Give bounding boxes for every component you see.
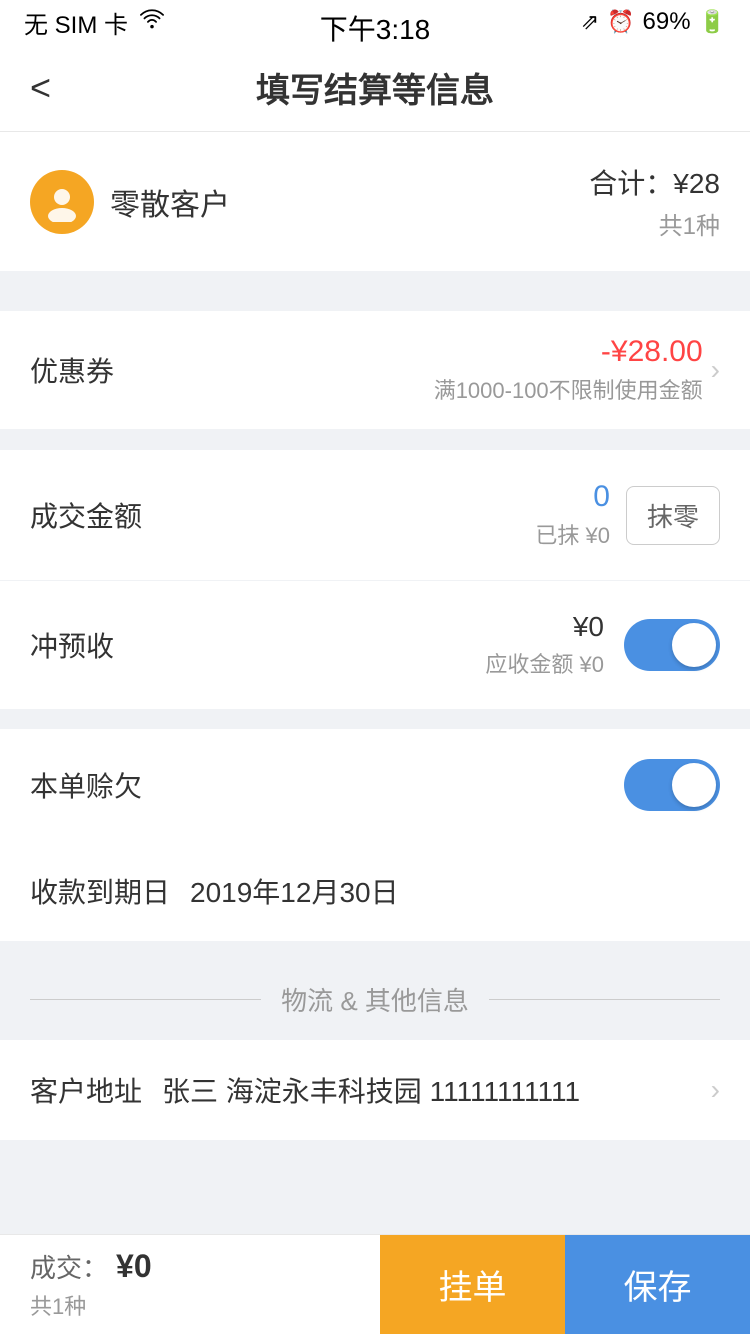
coupon-desc: 满1000-100不限制使用金额 bbox=[434, 373, 703, 405]
prepay-value-wrap: ¥0 应收金额 ¥0 bbox=[485, 611, 604, 679]
total-amount: 合计：¥28 bbox=[589, 162, 720, 202]
divider-4 bbox=[0, 941, 750, 961]
divider-1 bbox=[0, 291, 750, 311]
transaction-amount-row: 成交金额 0 已抹 ¥0 抹零 bbox=[0, 450, 750, 581]
logistics-section: 客户地址 张三 海淀永丰科技园 11111111111 › bbox=[0, 1040, 750, 1140]
address-label: 客户地址 bbox=[30, 1070, 142, 1110]
prepay-value: ¥0 bbox=[485, 611, 604, 643]
debt-label: 本单赊欠 bbox=[30, 765, 142, 805]
status-bar: 无 SIM 卡 下午3:18 ⇗ ⏰ 69% 🔋 bbox=[0, 0, 750, 44]
bottom-bar: 成交： ¥0 共1种 挂单 保存 bbox=[0, 1234, 750, 1334]
avatar bbox=[30, 170, 94, 234]
prepay-row: 冲预收 ¥0 应收金额 ¥0 bbox=[0, 581, 750, 709]
carrier-text: 无 SIM 卡 bbox=[24, 5, 128, 40]
bottom-summary-title: 成交： bbox=[30, 1248, 108, 1285]
customer-section: 零散客户 合计：¥28 共1种 bbox=[0, 132, 750, 271]
customer-right: 合计：¥28 共1种 bbox=[589, 162, 720, 241]
section-line-right bbox=[489, 999, 720, 1000]
transaction-sub: 已抹 ¥0 bbox=[535, 518, 610, 550]
address-row[interactable]: 客户地址 张三 海淀永丰科技园 11111111111 › bbox=[0, 1040, 750, 1140]
chevron-right-icon: › bbox=[711, 354, 720, 386]
status-bar-right: ⇗ ⏰ 69% 🔋 bbox=[581, 8, 726, 36]
divider-2 bbox=[0, 430, 750, 450]
debt-row: 本单赊欠 bbox=[0, 729, 750, 841]
battery-icon: 🔋 bbox=[699, 9, 726, 35]
customer-left: 零散客户 bbox=[30, 170, 230, 234]
nav-title: 填写结算等信息 bbox=[256, 63, 494, 112]
coupon-discount: -¥28.00 bbox=[434, 335, 703, 369]
coupon-section: 优惠券 -¥28.00 满1000-100不限制使用金额 › bbox=[0, 311, 750, 430]
total-count: 共1种 bbox=[589, 206, 720, 241]
prepay-label: 冲预收 bbox=[30, 625, 114, 665]
save-button[interactable]: 保存 bbox=[565, 1235, 750, 1334]
status-bar-left: 无 SIM 卡 bbox=[24, 5, 166, 40]
due-date-row: 收款到期日 2019年12月30日 bbox=[0, 841, 750, 941]
nav-bar: < 填写结算等信息 bbox=[0, 44, 750, 132]
debt-section: 本单赊欠 收款到期日 2019年12月30日 bbox=[0, 729, 750, 941]
due-date-label: 收款到期日 bbox=[30, 871, 170, 911]
address-chevron-icon: › bbox=[711, 1074, 720, 1106]
coupon-label: 优惠券 bbox=[30, 350, 114, 390]
bottom-summary-count: 共1种 bbox=[30, 1289, 350, 1321]
prepay-sub: 应收金额 ¥0 bbox=[485, 647, 604, 679]
round-off-button[interactable]: 抹零 bbox=[626, 486, 720, 545]
pending-button[interactable]: 挂单 bbox=[380, 1235, 565, 1334]
debt-toggle-knob bbox=[672, 763, 716, 807]
status-bar-time: 下午3:18 bbox=[320, 8, 431, 48]
divider-3 bbox=[0, 709, 750, 729]
alarm-icon: ⏰ bbox=[607, 9, 634, 35]
customer-name: 零散客户 bbox=[110, 180, 230, 224]
debt-toggle[interactable] bbox=[624, 759, 720, 811]
transaction-section: 成交金额 0 已抹 ¥0 抹零 冲预收 ¥0 应收金额 ¥0 bbox=[0, 450, 750, 709]
battery-text: 69% bbox=[643, 8, 691, 36]
prepay-toggle[interactable] bbox=[624, 619, 720, 671]
logistics-label-row: 物流 & 其他信息 bbox=[0, 961, 750, 1038]
back-button[interactable]: < bbox=[30, 67, 51, 109]
due-date-value[interactable]: 2019年12月30日 bbox=[190, 871, 399, 911]
location-icon: ⇗ bbox=[581, 9, 599, 35]
bottom-summary: 成交： ¥0 共1种 bbox=[0, 1248, 380, 1321]
transaction-label: 成交金额 bbox=[30, 495, 142, 535]
logistics-label: 物流 & 其他信息 bbox=[281, 981, 469, 1018]
coupon-right: -¥28.00 满1000-100不限制使用金额 bbox=[434, 335, 703, 405]
bottom-summary-amount: ¥0 bbox=[116, 1248, 152, 1285]
transaction-value-wrap: 0 已抹 ¥0 bbox=[535, 480, 610, 550]
address-value: 张三 海淀永丰科技园 11111111111 bbox=[162, 1070, 703, 1110]
customer-row: 零散客户 合计：¥28 共1种 bbox=[0, 132, 750, 271]
toggle-knob bbox=[672, 623, 716, 667]
transaction-value[interactable]: 0 bbox=[535, 480, 610, 514]
section-line-left bbox=[30, 999, 261, 1000]
wifi-icon bbox=[138, 8, 166, 36]
coupon-row[interactable]: 优惠券 -¥28.00 满1000-100不限制使用金额 › bbox=[0, 311, 750, 430]
